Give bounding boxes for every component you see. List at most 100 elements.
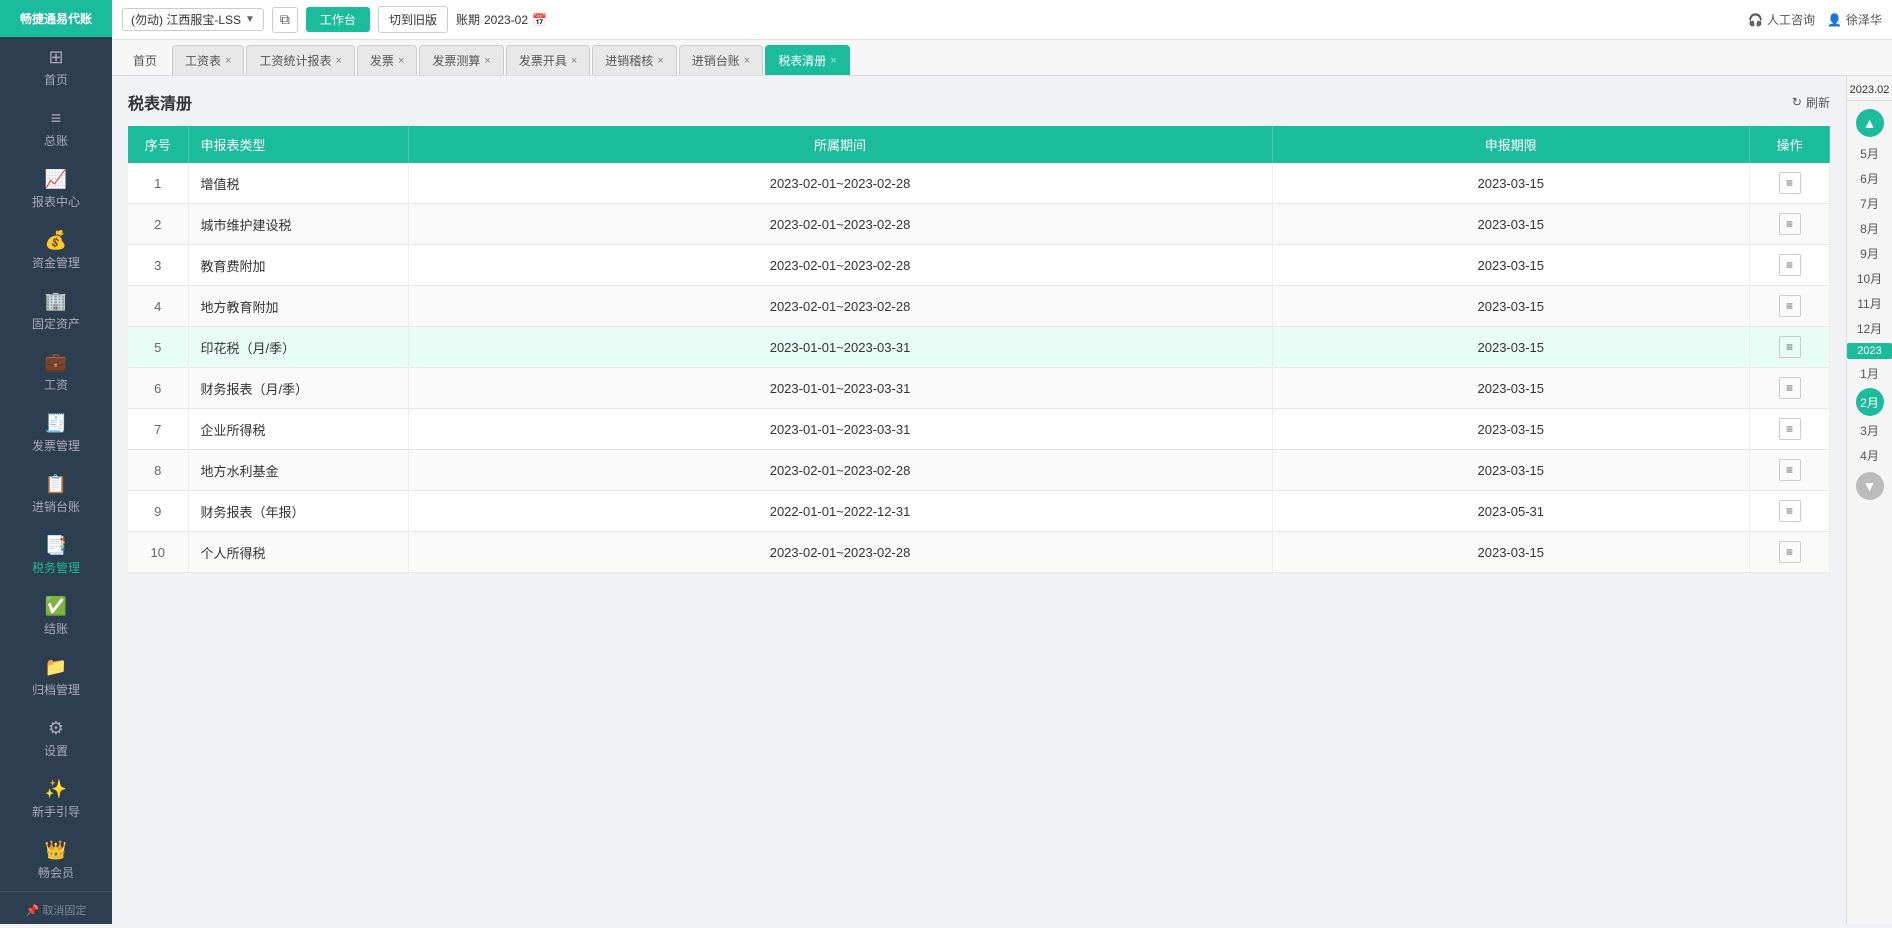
tab-salary-table[interactable]: 工资表 × — [172, 45, 244, 75]
cell-period: 2023-02-01~2023-02-28 — [408, 532, 1272, 573]
sidebar-item-settings[interactable]: ⚙ 设置 — [0, 708, 112, 769]
switch-old-button[interactable]: 切到旧版 — [378, 6, 448, 33]
table-row: 4地方教育附加2023-02-01~2023-02-282023-03-15≡ — [128, 286, 1830, 327]
sidebar-item-sales-ledger[interactable]: 📋 进销台账 — [0, 464, 112, 525]
side-panel-down-button[interactable]: ▼ — [1856, 472, 1884, 500]
close-icon[interactable]: × — [657, 55, 663, 67]
tab-invoice-issue[interactable]: 发票开具 × — [506, 45, 590, 75]
action-icon-button[interactable]: ≡ — [1779, 377, 1801, 399]
month-12[interactable]: 12月 — [1847, 316, 1892, 341]
closing-icon: ✅ — [45, 596, 67, 617]
sidebar-item-label: 工资 — [44, 376, 68, 393]
tab-home[interactable]: 首页 — [120, 45, 170, 75]
tab-label: 首页 — [133, 52, 157, 69]
chevron-down-icon: ▼ — [245, 14, 255, 25]
sidebar-item-invoice-management[interactable]: 🧾 发票管理 — [0, 403, 112, 464]
action-icon-button[interactable]: ≡ — [1779, 254, 1801, 276]
invoice-icon: 🧾 — [45, 413, 67, 434]
month-2023-1[interactable]: 1月 — [1847, 361, 1892, 386]
sidebar-item-vip[interactable]: 👑 畅会员 — [0, 830, 112, 891]
month-9[interactable]: 9月 — [1847, 241, 1892, 266]
tab-purchase-audit[interactable]: 进销稽核 × — [592, 45, 676, 75]
topbar: (勿动) 江西服宝-LSS ▼ ⧉ 工作台 切到旧版 账期 2023-02 📅 … — [112, 0, 1892, 40]
col-header-period: 所属期间 — [408, 126, 1272, 163]
side-panel-header: 2023.02 — [1847, 80, 1892, 101]
sidebar-item-tutorial[interactable]: ✨ 新手引导 — [0, 769, 112, 830]
action-icon-button[interactable]: ≡ — [1779, 336, 1801, 358]
sidebar-item-salary[interactable]: 💼 工资 — [0, 342, 112, 403]
cell-index: 10 — [128, 532, 188, 573]
cell-deadline: 2023-03-15 — [1272, 450, 1749, 491]
close-icon[interactable]: × — [744, 55, 750, 67]
month-5[interactable]: 5月 — [1847, 141, 1892, 166]
user-profile[interactable]: 👤 徐泽华 — [1827, 11, 1882, 28]
month-6[interactable]: 6月 — [1847, 166, 1892, 191]
sidebar-item-tax-management[interactable]: 📑 税务管理 — [0, 525, 112, 586]
tab-tax-register[interactable]: 税表清册 × — [765, 45, 849, 75]
action-icon-button[interactable]: ≡ — [1779, 295, 1801, 317]
sidebar-item-label: 结账 — [44, 620, 68, 637]
action-icon-button[interactable]: ≡ — [1779, 459, 1801, 481]
month-10[interactable]: 10月 — [1847, 266, 1892, 291]
cell-index: 2 — [128, 204, 188, 245]
fund-icon: 💰 — [45, 230, 67, 251]
tab-salary-stats[interactable]: 工资统计报表 × — [246, 45, 354, 75]
sidebar-item-report-center[interactable]: 📈 报表中心 — [0, 159, 112, 220]
action-icon-button[interactable]: ≡ — [1779, 418, 1801, 440]
month-7[interactable]: 7月 — [1847, 191, 1892, 216]
month-11[interactable]: 11月 — [1847, 291, 1892, 316]
sidebar-item-archive[interactable]: 📁 归档管理 — [0, 647, 112, 708]
pin-icon: 📌 — [26, 905, 40, 917]
cell-type: 企业所得税 — [188, 409, 408, 450]
table-header-row: 序号 申报表类型 所属期间 申报期限 操作 — [128, 126, 1830, 163]
sidebar-unpin-button[interactable]: 📌 取消固定 — [0, 891, 112, 928]
workbench-button[interactable]: 工作台 — [306, 7, 370, 32]
sidebar-item-label: 归档管理 — [32, 681, 80, 698]
month-2023-4[interactable]: 4月 — [1847, 443, 1892, 468]
consulting-button[interactable]: 🎧 人工咨询 — [1748, 11, 1815, 28]
cell-action: ≡ — [1750, 204, 1830, 245]
tab-invoice-calc[interactable]: 发票测算 × — [419, 45, 503, 75]
month-8[interactable]: 8月 — [1847, 216, 1892, 241]
refresh-button[interactable]: ↻ 刷新 — [1792, 94, 1830, 111]
cell-type: 财务报表（年报） — [188, 491, 408, 532]
avatar-icon: 👤 — [1827, 13, 1842, 27]
copy-button[interactable]: ⧉ — [272, 7, 298, 33]
cell-deadline: 2023-03-15 — [1272, 327, 1749, 368]
sidebar-item-home[interactable]: ⊞ 首页 — [0, 37, 112, 98]
tab-label: 进销稽核 — [605, 52, 653, 69]
sidebar-item-fixed-assets[interactable]: 🏢 固定资产 — [0, 281, 112, 342]
action-icon-button[interactable]: ≡ — [1779, 541, 1801, 563]
cell-period: 2023-02-01~2023-02-28 — [408, 204, 1272, 245]
month-2023-2[interactable]: 2月 — [1856, 388, 1884, 416]
side-panel-up-button[interactable]: ▲ — [1856, 109, 1884, 137]
tab-invoice[interactable]: 发票 × — [357, 45, 417, 75]
sidebar-item-fund-management[interactable]: 💰 资金管理 — [0, 220, 112, 281]
action-icon-button[interactable]: ≡ — [1779, 213, 1801, 235]
sidebar-item-label: 资金管理 — [32, 254, 80, 271]
close-icon[interactable]: × — [225, 55, 231, 67]
table-row: 5印花税（月/季）2023-01-01~2023-03-312023-03-15… — [128, 327, 1830, 368]
tab-label: 工资表 — [185, 52, 221, 69]
calendar-icon[interactable]: 📅 — [532, 13, 547, 27]
close-icon[interactable]: × — [398, 55, 404, 67]
username-label: 徐泽华 — [1846, 11, 1882, 28]
action-icon-button[interactable]: ≡ — [1779, 172, 1801, 194]
tax-table: 序号 申报表类型 所属期间 申报期限 操作 1增值税2023-02-01~202… — [128, 126, 1830, 573]
table-row: 8地方水利基金2023-02-01~2023-02-282023-03-15≡ — [128, 450, 1830, 491]
close-icon[interactable]: × — [484, 55, 490, 67]
sidebar-item-closing[interactable]: ✅ 结账 — [0, 586, 112, 647]
sidebar-item-label: 进销台账 — [32, 498, 80, 515]
tab-label: 发票开具 — [519, 52, 567, 69]
close-icon[interactable]: × — [830, 55, 836, 67]
month-2023-3[interactable]: 3月 — [1847, 418, 1892, 443]
tab-sales-ledger[interactable]: 进销台账 × — [679, 45, 763, 75]
close-icon[interactable]: × — [571, 55, 577, 67]
cell-action: ≡ — [1750, 163, 1830, 204]
close-icon[interactable]: × — [335, 55, 341, 67]
action-icon-button[interactable]: ≡ — [1779, 500, 1801, 522]
company-selector[interactable]: (勿动) 江西服宝-LSS ▼ — [122, 8, 264, 31]
cell-period: 2023-01-01~2023-03-31 — [408, 327, 1272, 368]
sidebar-item-general-ledger[interactable]: ≡ 总账 — [0, 98, 112, 159]
cell-index: 6 — [128, 368, 188, 409]
